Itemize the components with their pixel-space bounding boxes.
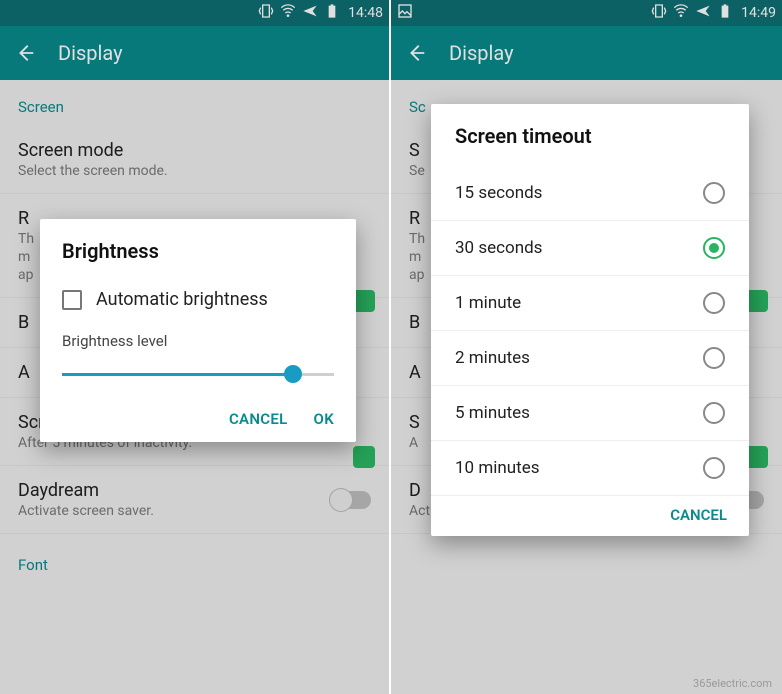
timeout-option[interactable]: 30 seconds	[431, 221, 749, 276]
timeout-option[interactable]: 15 seconds	[431, 166, 749, 221]
slider-track-fill	[62, 373, 293, 376]
timeout-option[interactable]: 1 minute	[431, 276, 749, 331]
timeout-option-label: 5 minutes	[455, 403, 530, 423]
slider-thumb[interactable]	[284, 365, 302, 383]
screen-timeout-dialog: Screen timeout 15 seconds 30 seconds 1 m…	[431, 104, 749, 536]
timeout-option-label: 30 seconds	[455, 238, 542, 258]
auto-brightness-label: Automatic brightness	[96, 289, 268, 310]
brightness-slider[interactable]	[62, 364, 334, 384]
phone-right: 14:49 Display Sc S Se R Th m ap B	[391, 0, 782, 694]
dialog-actions: CANCEL	[431, 496, 749, 526]
radio-icon[interactable]	[703, 402, 725, 424]
timeout-option-label: 10 minutes	[455, 458, 539, 478]
cancel-button[interactable]: CANCEL	[229, 410, 288, 428]
timeout-option-label: 1 minute	[455, 293, 521, 313]
screenshot-pair: 14:48 Display Screen Screen mode Select …	[0, 0, 782, 694]
radio-icon[interactable]	[703, 237, 725, 259]
cancel-button[interactable]: CANCEL	[670, 506, 727, 524]
radio-icon[interactable]	[703, 182, 725, 204]
brightness-dialog: Brightness Automatic brightness Brightne…	[40, 219, 356, 442]
timeout-option[interactable]: 5 minutes	[431, 386, 749, 441]
dialog-title: Brightness	[62, 239, 334, 263]
timeout-option[interactable]: 10 minutes	[431, 441, 749, 496]
timeout-option-label: 2 minutes	[455, 348, 530, 368]
brightness-level-label: Brightness level	[62, 332, 334, 350]
watermark: 365electric.com	[693, 677, 772, 690]
timeout-option-label: 15 seconds	[455, 183, 542, 203]
radio-icon[interactable]	[703, 292, 725, 314]
auto-brightness-row[interactable]: Automatic brightness	[62, 289, 334, 310]
radio-icon[interactable]	[703, 457, 725, 479]
auto-brightness-checkbox[interactable]	[62, 290, 82, 310]
phone-left: 14:48 Display Screen Screen mode Select …	[0, 0, 391, 694]
ok-button[interactable]: OK	[314, 410, 334, 428]
radio-icon[interactable]	[703, 347, 725, 369]
dialog-actions: CANCEL OK	[62, 410, 334, 428]
dialog-title: Screen timeout	[431, 124, 749, 158]
timeout-option[interactable]: 2 minutes	[431, 331, 749, 386]
